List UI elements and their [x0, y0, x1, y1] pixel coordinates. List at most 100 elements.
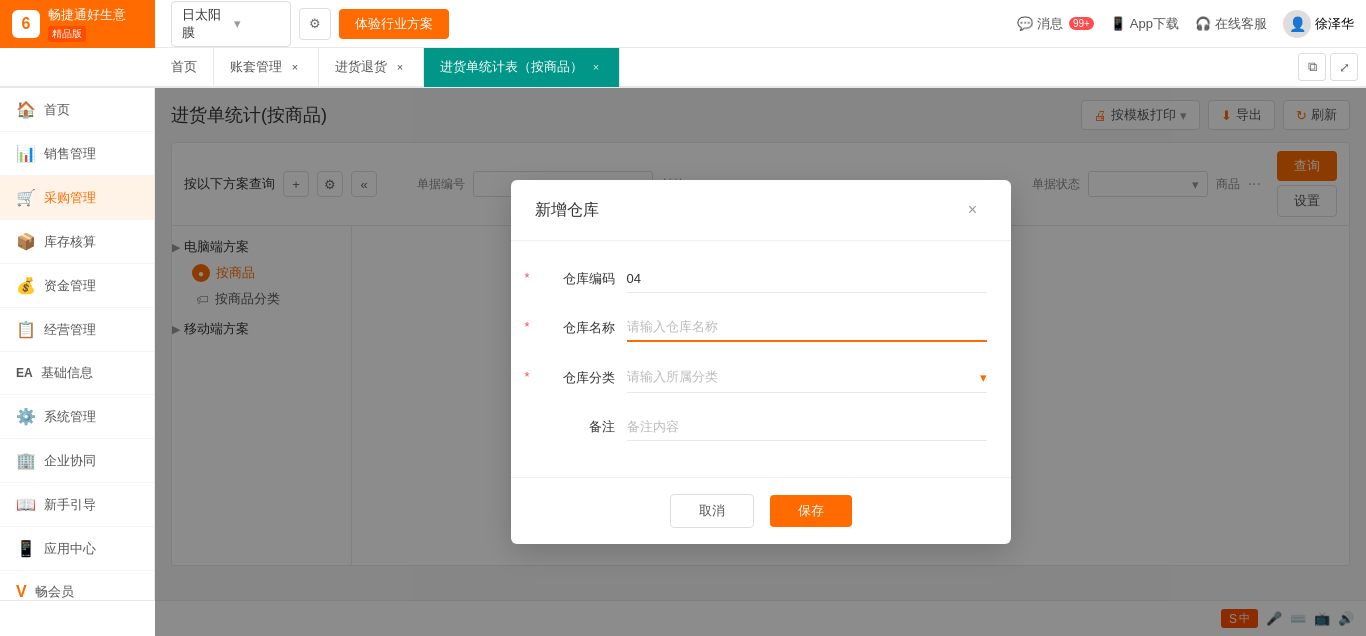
sidebar-item-home-label: 首页 [44, 101, 70, 119]
header-right: 💬 消息 99+ 📱 App下载 🎧 在线客服 👤 徐泽华 [1017, 10, 1354, 38]
mobile-icon: 📱 [1110, 16, 1126, 31]
sales-icon: 📊 [16, 144, 36, 163]
chevron-down-icon: ▾ [234, 16, 280, 31]
form-code-label: 仓库编码 [535, 270, 615, 288]
tab-account[interactable]: 账套管理 × [214, 47, 319, 87]
sidebar-item-guide[interactable]: 📖 新手引导 [0, 483, 154, 527]
cancel-button[interactable]: 取消 [670, 494, 754, 528]
sidebar-item-inventory[interactable]: 📦 库存核算 [0, 220, 154, 264]
enterprise-icon: 🏢 [16, 451, 36, 470]
tab-purchase-return-label: 进货退货 [335, 58, 387, 76]
app-center-icon: 📱 [16, 539, 36, 558]
form-name-label: 仓库名称 [535, 319, 615, 337]
modal-title: 新增仓库 [535, 200, 599, 221]
app-download-button[interactable]: 📱 App下载 [1110, 15, 1179, 33]
tab-home-label: 首页 [171, 58, 197, 76]
user-area[interactable]: 👤 徐泽华 [1283, 10, 1354, 38]
tab-fullscreen-button[interactable]: ⤢ [1330, 53, 1358, 81]
form-category-label: 仓库分类 [535, 369, 615, 387]
form-note-label: 备注 [535, 418, 615, 436]
sidebar-item-app-center[interactable]: 📱 应用中心 [0, 527, 154, 571]
tab-bar: 首页 账套管理 × 进货退货 × 进货单统计表（按商品） × ⧉ ⤢ [0, 48, 1366, 88]
modal-overlay: 新增仓库 × 仓库编码 仓库名称 仓库分类 请输入 [155, 88, 1366, 636]
store-name: 日太阳膜 [182, 6, 228, 42]
warehouse-code-input[interactable] [627, 265, 987, 293]
store-selector[interactable]: 日太阳膜 ▾ [171, 1, 291, 47]
tab-restore-button[interactable]: ⧉ [1298, 53, 1326, 81]
tab-bar-right: ⧉ ⤢ [1294, 53, 1366, 81]
online-service-label: 在线客服 [1215, 15, 1267, 33]
brand-info: 畅捷通好生意 精品版 [48, 6, 126, 42]
inventory-icon: 📦 [16, 232, 36, 251]
modal-header: 新增仓库 × [511, 180, 1011, 241]
sidebar-item-home[interactable]: 🏠 首页 [0, 88, 154, 132]
warehouse-note-input[interactable] [627, 413, 987, 441]
home-icon: 🏠 [16, 100, 36, 119]
app-download-label: App下载 [1130, 15, 1179, 33]
sidebar-item-basic-info[interactable]: EA 基础信息 [0, 352, 154, 395]
sidebar-item-enterprise[interactable]: 🏢 企业协同 [0, 439, 154, 483]
basic-info-icon: EA [16, 366, 33, 380]
message-label: 消息 [1037, 15, 1063, 33]
form-row-name: 仓库名称 [535, 313, 987, 342]
tab-home[interactable]: 首页 [155, 47, 214, 87]
restore-icon: ⧉ [1308, 59, 1317, 75]
finance-icon: 💰 [16, 276, 36, 295]
sidebar-item-finance-label: 资金管理 [44, 277, 96, 295]
user-avatar: 👤 [1283, 10, 1311, 38]
guide-icon: 📖 [16, 495, 36, 514]
purchase-icon: 🛒 [16, 188, 36, 207]
tab-purchase-stat[interactable]: 进货单统计表（按商品） × [424, 47, 620, 87]
category-placeholder: 请输入所属分类 [627, 368, 718, 386]
online-service-button[interactable]: 🎧 在线客服 [1195, 15, 1267, 33]
message-button[interactable]: 💬 消息 99+ [1017, 15, 1094, 33]
modal-body: 仓库编码 仓库名称 仓库分类 请输入所属分类 ▾ [511, 241, 1011, 477]
sidebar: 🏠 首页 📊 销售管理 🛒 采购管理 📦 库存核算 💰 资金管理 📋 经营管理 … [0, 88, 155, 636]
brand-name: 畅捷通好生意 [48, 6, 126, 24]
new-warehouse-modal: 新增仓库 × 仓库编码 仓库名称 仓库分类 请输入 [511, 180, 1011, 544]
tab-purchase-stat-close[interactable]: × [589, 60, 603, 74]
trial-button[interactable]: 体验行业方案 [339, 9, 449, 39]
fullscreen-icon: ⤢ [1339, 60, 1350, 75]
tab-purchase-return-close[interactable]: × [393, 60, 407, 74]
tab-purchase-stat-label: 进货单统计表（按商品） [440, 58, 583, 76]
sidebar-item-operations[interactable]: 📋 经营管理 [0, 308, 154, 352]
sidebar-item-inventory-label: 库存核算 [44, 233, 96, 251]
operations-icon: 📋 [16, 320, 36, 339]
content-area: 进货单统计(按商品) 🖨 按模板打印 ▾ ⬇ 导出 ↻ 刷新 按以下方案查询 [155, 88, 1366, 636]
form-row-code: 仓库编码 [535, 265, 987, 293]
headset-icon: 🎧 [1195, 16, 1211, 31]
form-row-note: 备注 [535, 413, 987, 441]
gear-icon: ⚙ [309, 16, 321, 31]
message-icon: 💬 [1017, 16, 1033, 31]
sidebar-item-basic-info-label: 基础信息 [41, 364, 93, 382]
settings-button[interactable]: ⚙ [299, 8, 331, 40]
sidebar-item-finance[interactable]: 💰 资金管理 [0, 264, 154, 308]
sidebar-item-operations-label: 经营管理 [44, 321, 96, 339]
sidebar-item-system[interactable]: ⚙️ 系统管理 [0, 395, 154, 439]
sidebar-item-purchase[interactable]: 🛒 采购管理 [0, 176, 154, 220]
system-icon: ⚙️ [16, 407, 36, 426]
select-arrow-icon: ▾ [980, 370, 987, 385]
main-layout: 🏠 首页 📊 销售管理 🛒 采购管理 📦 库存核算 💰 资金管理 📋 经营管理 … [0, 88, 1366, 636]
tab-purchase-return[interactable]: 进货退货 × [319, 47, 424, 87]
warehouse-category-select[interactable]: 请输入所属分类 ▾ [627, 362, 987, 393]
sidebar-item-enterprise-label: 企业协同 [44, 452, 96, 470]
tab-account-label: 账套管理 [230, 58, 282, 76]
sidebar-item-vip-label: 畅会员 [35, 583, 74, 601]
sidebar-item-purchase-label: 采购管理 [44, 189, 96, 207]
sidebar-item-system-label: 系统管理 [44, 408, 96, 426]
brand-badge: 精品版 [48, 26, 86, 42]
sidebar-item-app-center-label: 应用中心 [44, 540, 96, 558]
top-header: 6 畅捷通好生意 精品版 日太阳膜 ▾ ⚙ 体验行业方案 💬 消息 99+ 📱 … [0, 0, 1366, 48]
tab-account-close[interactable]: × [288, 60, 302, 74]
modal-close-button[interactable]: × [959, 196, 987, 224]
modal-footer: 取消 保存 [511, 477, 1011, 544]
notification-badge: 99+ [1069, 17, 1094, 30]
vip-icon: V [16, 583, 27, 601]
logo-area: 6 畅捷通好生意 精品版 [0, 0, 155, 48]
save-button[interactable]: 保存 [770, 495, 852, 527]
sidebar-item-sales[interactable]: 📊 销售管理 [0, 132, 154, 176]
sidebar-item-sales-label: 销售管理 [44, 145, 96, 163]
warehouse-name-input[interactable] [627, 313, 987, 342]
